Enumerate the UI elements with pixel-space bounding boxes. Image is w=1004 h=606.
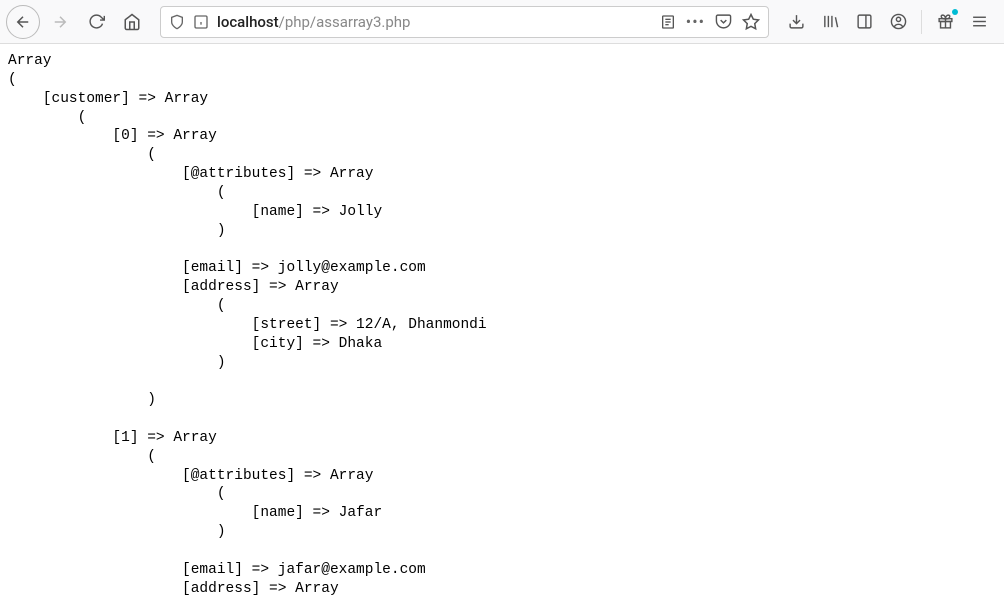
- sidebar-icon: [856, 13, 873, 30]
- url-path: /php/assarray3.php: [279, 13, 411, 31]
- browser-toolbar: localhost/php/assarray3.php •••: [0, 0, 1004, 44]
- shield-icon[interactable]: [169, 14, 185, 30]
- whats-new-button[interactable]: [930, 7, 960, 37]
- arrow-left-icon: [14, 13, 32, 31]
- info-icon[interactable]: [193, 14, 209, 30]
- pocket-icon[interactable]: [715, 13, 732, 30]
- app-menu-button[interactable]: [964, 7, 994, 37]
- reload-icon: [88, 13, 105, 30]
- bookmark-star-icon[interactable]: [742, 13, 760, 31]
- notification-dot: [952, 9, 958, 15]
- toolbar-right: [781, 7, 998, 37]
- print-r-output: Array ( [customer] => Array ( [0] => Arr…: [8, 52, 996, 598]
- home-button[interactable]: [116, 6, 148, 38]
- forward-button[interactable]: [44, 6, 76, 38]
- account-button[interactable]: [883, 7, 913, 37]
- page-content[interactable]: Array ( [customer] => Array ( [0] => Arr…: [0, 44, 1004, 606]
- page-actions-icon[interactable]: •••: [686, 12, 705, 31]
- library-button[interactable]: [815, 7, 845, 37]
- url-bar[interactable]: localhost/php/assarray3.php •••: [160, 6, 769, 38]
- home-icon: [123, 13, 141, 31]
- downloads-button[interactable]: [781, 7, 811, 37]
- reload-button[interactable]: [80, 6, 112, 38]
- sidebar-button[interactable]: [849, 7, 879, 37]
- download-icon: [788, 13, 805, 30]
- url-text[interactable]: localhost/php/assarray3.php: [217, 13, 652, 31]
- gift-icon: [937, 13, 954, 30]
- account-icon: [890, 13, 907, 30]
- toolbar-separator: [921, 10, 922, 34]
- library-icon: [822, 13, 839, 30]
- hamburger-icon: [971, 13, 988, 30]
- url-host: localhost: [217, 13, 279, 31]
- back-button[interactable]: [6, 5, 40, 39]
- arrow-right-icon: [51, 13, 69, 31]
- reader-mode-icon[interactable]: [660, 14, 676, 30]
